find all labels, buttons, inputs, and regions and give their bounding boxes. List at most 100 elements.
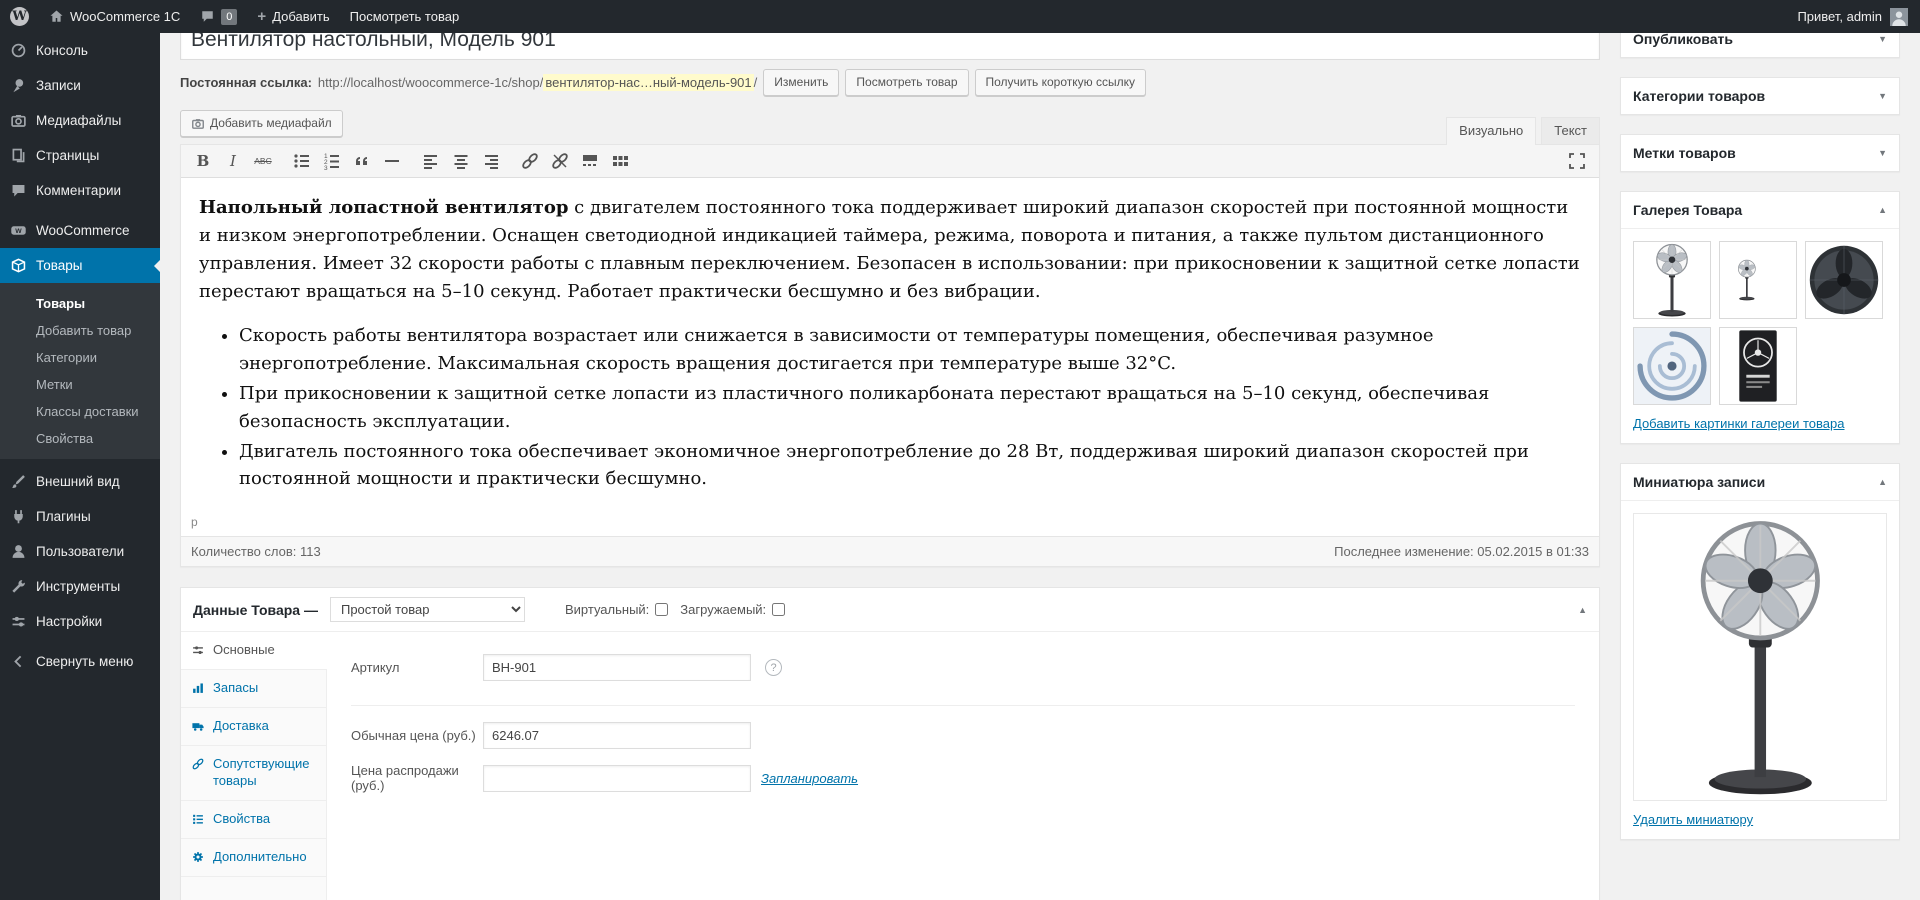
- downloadable-checkbox[interactable]: [772, 603, 785, 616]
- sidebar-item-plugins[interactable]: Плагины: [0, 499, 160, 534]
- view-product-button[interactable]: Посмотреть товар: [845, 69, 968, 96]
- horizontal-rule-button[interactable]: [378, 149, 406, 173]
- align-right-button[interactable]: [477, 149, 505, 173]
- virtual-checkbox-label: Виртуальный:: [565, 602, 668, 617]
- align-center-button[interactable]: [447, 149, 475, 173]
- sidebar-item-settings[interactable]: Настройки: [0, 604, 160, 639]
- bulleted-list-button[interactable]: [288, 149, 316, 173]
- wordpress-logo-button[interactable]: W: [0, 0, 39, 33]
- sidebar-item-tools[interactable]: Инструменты: [0, 569, 160, 604]
- blockquote-button[interactable]: [348, 149, 376, 173]
- sidebar-item-posts[interactable]: Записи: [0, 68, 160, 103]
- tab-general[interactable]: Основные: [181, 632, 327, 670]
- admin-bar-comments[interactable]: 0: [190, 0, 247, 33]
- chart-icon: [191, 681, 205, 695]
- gallery-image-fan-front[interactable]: [1633, 241, 1711, 319]
- sidebar-item-media[interactable]: Медиафайлы: [0, 103, 160, 138]
- tab-linked-products[interactable]: Сопутствующие товары: [181, 746, 326, 801]
- description-lead-bold: Напольный лопастной вентилятор: [199, 197, 568, 218]
- sidebar-item-collapse-menu[interactable]: Свернуть меню: [0, 644, 160, 679]
- chevron-up-icon[interactable]: ▲: [1878, 205, 1887, 215]
- tags-panel-header[interactable]: Метки товаров ▼: [1621, 135, 1899, 171]
- strikethrough-button[interactable]: ABC: [249, 149, 277, 173]
- sliders-icon: [10, 613, 27, 630]
- gallery-image-fan-tall[interactable]: [1719, 241, 1797, 319]
- permalink-suffix: /: [754, 75, 758, 90]
- align-left-icon: [421, 151, 441, 171]
- sidebar-item-comments[interactable]: Комментарии: [0, 173, 160, 208]
- admin-bar-view-product[interactable]: Посмотреть товар: [340, 0, 470, 33]
- permalink-editable-slug[interactable]: вентилятор-нас…ный-модель-901: [543, 74, 753, 91]
- sidebar-item-pages[interactable]: Страницы: [0, 138, 160, 173]
- chevron-up-icon[interactable]: ▲: [1878, 477, 1887, 487]
- submenu-item-add-product[interactable]: Добавить товар: [0, 317, 160, 344]
- feature-item: Скорость работы вентилятора возрастает и…: [239, 322, 1581, 378]
- featured-image-panel-header[interactable]: Миниатюра записи ▲: [1621, 464, 1899, 500]
- submenu-item-products[interactable]: Товары: [0, 290, 160, 317]
- help-icon[interactable]: ?: [765, 659, 782, 676]
- gallery-panel-header[interactable]: Галерея Товара ▲: [1621, 192, 1899, 228]
- align-left-button[interactable]: [417, 149, 445, 173]
- get-shortlink-button[interactable]: Получить короткую ссылку: [975, 69, 1146, 96]
- virtual-checkbox[interactable]: [655, 603, 668, 616]
- gallery-image-fan-box[interactable]: [1719, 327, 1797, 405]
- product-box-icon: [10, 257, 27, 274]
- submenu-item-shipping-classes[interactable]: Классы доставки: [0, 398, 160, 425]
- product-type-select[interactable]: Простой товар: [330, 597, 525, 622]
- sidebar-item-users[interactable]: Пользователи: [0, 534, 160, 569]
- panel-toggle-icon[interactable]: ▲: [1578, 605, 1587, 615]
- bold-button[interactable]: B: [189, 149, 217, 173]
- toolbar-toggle-button[interactable]: [606, 149, 634, 173]
- sidebar-item-appearance[interactable]: Внешний вид: [0, 464, 160, 499]
- categories-panel-header[interactable]: Категории товаров ▼: [1621, 78, 1899, 114]
- add-gallery-images-link[interactable]: Добавить картинки галереи товара: [1633, 416, 1845, 431]
- sidebar-item-woocommerce[interactable]: W WooCommerce: [0, 213, 160, 248]
- gallery-image-fan-swirl[interactable]: [1633, 327, 1711, 405]
- numbered-list-icon: 123: [322, 151, 342, 171]
- sidebar-item-dashboard[interactable]: Консоль: [0, 33, 160, 68]
- distraction-free-button[interactable]: [1563, 149, 1591, 173]
- remove-link-button[interactable]: [546, 149, 574, 173]
- admin-bar-new-button[interactable]: + Добавить: [247, 0, 339, 33]
- sku-input[interactable]: [483, 654, 751, 681]
- avatar[interactable]: [1890, 8, 1908, 26]
- admin-bar-my-account[interactable]: Привет, admin: [1797, 0, 1882, 33]
- sidebar-item-label: Инструменты: [36, 579, 120, 594]
- featured-image[interactable]: [1633, 513, 1887, 801]
- tab-visual[interactable]: Визуально: [1446, 117, 1536, 145]
- add-media-label: Добавить медиафайл: [210, 114, 332, 133]
- add-media-button[interactable]: Добавить медиафайл: [180, 110, 343, 137]
- admin-bar: W WooCommerce 1C 0 + Добавить Посмотреть…: [0, 0, 1920, 33]
- schedule-sale-link[interactable]: Запланировать: [761, 771, 858, 786]
- plugin-icon: [10, 508, 27, 525]
- sidebar-item-products[interactable]: Товары: [0, 248, 160, 283]
- brush-icon: [10, 473, 27, 490]
- tab-attributes[interactable]: Свойства: [181, 801, 326, 839]
- editor-content-area[interactable]: Напольный лопастной вентилятор с двигате…: [181, 178, 1599, 513]
- tab-inventory[interactable]: Запасы: [181, 670, 326, 708]
- submenu-item-categories[interactable]: Категории: [0, 344, 160, 371]
- admin-bar-site-name[interactable]: WooCommerce 1C: [39, 0, 190, 33]
- tab-advanced[interactable]: Дополнительно: [181, 839, 326, 877]
- sidebar-item-label: Страницы: [36, 148, 99, 163]
- edit-permalink-button[interactable]: Изменить: [763, 69, 839, 96]
- chevron-down-icon[interactable]: ▼: [1878, 148, 1887, 158]
- submenu-item-tags[interactable]: Метки: [0, 371, 160, 398]
- regular-price-input[interactable]: [483, 722, 751, 749]
- sidebar-item-label: Товары: [36, 258, 82, 273]
- chevron-down-icon[interactable]: ▼: [1878, 91, 1887, 101]
- numbered-list-button[interactable]: 123: [318, 149, 346, 173]
- gallery-image-fan-head[interactable]: [1805, 241, 1883, 319]
- tab-text[interactable]: Текст: [1541, 117, 1600, 144]
- sale-price-input[interactable]: [483, 765, 751, 792]
- remove-featured-image-link[interactable]: Удалить миниатюру: [1633, 812, 1753, 827]
- insert-link-button[interactable]: [516, 149, 544, 173]
- more-tag-button[interactable]: [576, 149, 604, 173]
- submenu-item-attributes[interactable]: Свойства: [0, 425, 160, 452]
- italic-button[interactable]: I: [219, 149, 247, 173]
- comment-icon: [200, 9, 215, 24]
- tab-shipping[interactable]: Доставка: [181, 708, 326, 746]
- downloadable-checkbox-label: Загружаемый:: [680, 602, 785, 617]
- chevron-down-icon[interactable]: ▼: [1878, 34, 1887, 44]
- sidebar-item-label: Внешний вид: [36, 474, 120, 489]
